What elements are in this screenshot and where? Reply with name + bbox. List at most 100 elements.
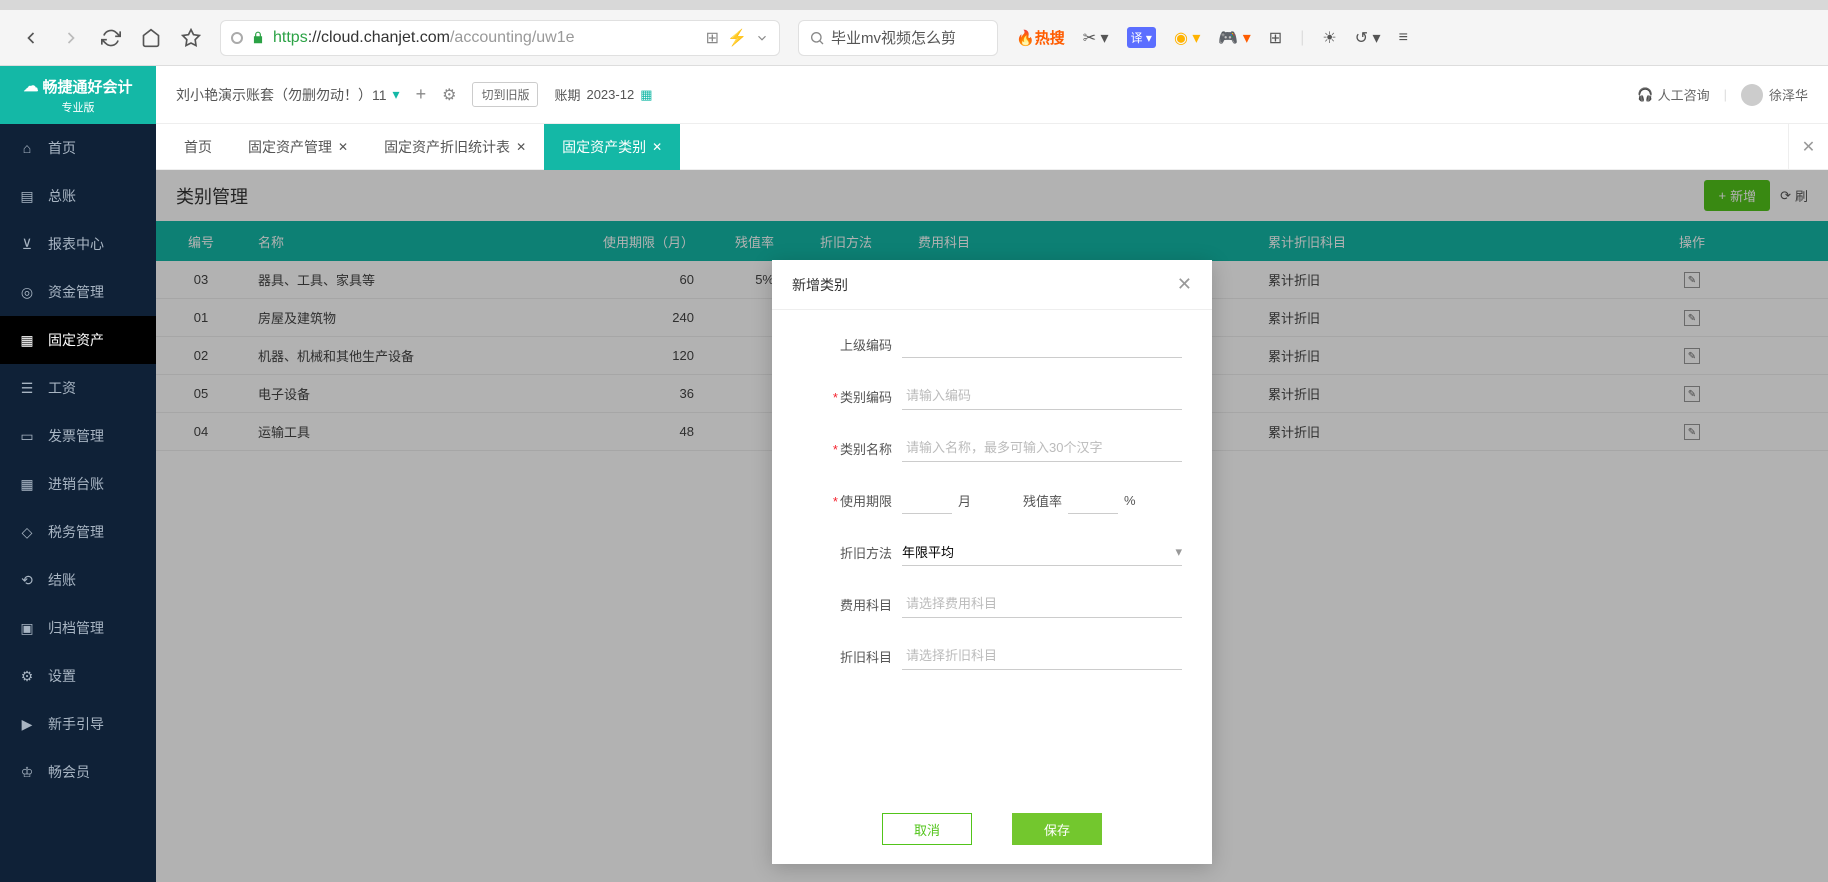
input-depacct[interactable] — [902, 642, 1182, 670]
sidebar-item-guide[interactable]: ▶新手引导 — [0, 700, 156, 748]
browser-toolbar: https://cloud.chanjet.com/accounting/uw1… — [0, 10, 1828, 66]
sidebar-item-fixed-assets[interactable]: ▦固定资产 — [0, 316, 156, 364]
translate-icon[interactable]: 译 ▾ — [1127, 27, 1156, 48]
old-version-button[interactable]: 切到旧版 — [472, 82, 538, 107]
consult-button[interactable]: 🎧人工咨询 — [1637, 85, 1709, 104]
sidebar-item-invoice[interactable]: ▭发票管理 — [0, 412, 156, 460]
app-logo: ☁畅捷通好会计 专业版 — [0, 66, 156, 124]
menu-icon[interactable]: ≡ — [1399, 29, 1408, 47]
select-value: 年限平均 — [902, 542, 954, 561]
home-icon: ⌂ — [18, 139, 36, 157]
avatar-icon — [1741, 84, 1763, 106]
theme-icon[interactable]: ☀ — [1322, 28, 1336, 48]
tab-label: 固定资产类别 — [562, 137, 646, 157]
sidebar-item-label: 设置 — [48, 666, 76, 686]
input-rate[interactable] — [1068, 486, 1118, 514]
sidebar-item-label: 资金管理 — [48, 282, 104, 302]
sidebar-item-label: 结账 — [48, 570, 76, 590]
save-button[interactable]: 保存 — [1012, 813, 1102, 845]
browser-search[interactable]: 毕业mv视频怎么剪 — [798, 20, 998, 56]
gear-icon: ⚙ — [18, 667, 36, 685]
tab-fixed-asset-mgmt[interactable]: 固定资产管理 ✕ — [230, 124, 366, 170]
close-icon[interactable]: ✕ — [338, 140, 348, 154]
period-selector[interactable]: 账期 2023-12 ▦ — [554, 85, 652, 104]
calendar-icon: ▦ — [640, 87, 652, 103]
input-code[interactable] — [902, 382, 1182, 410]
headset-icon: 🎧 — [1637, 87, 1653, 103]
forward-button[interactable] — [60, 27, 82, 49]
sidebar-item-settings[interactable]: ⚙ 设置 — [0, 652, 156, 700]
unit-percent: % — [1118, 493, 1142, 508]
input-period[interactable] — [902, 486, 952, 514]
app-topbar: 刘小艳演示账套（勿删勿动！）11 ▾ + ⚙ 切到旧版 账期 2023-12 ▦… — [156, 66, 1828, 124]
sidebar-item-closing[interactable]: ⟲结账 — [0, 556, 156, 604]
game-icon[interactable]: 🎮 ▾ — [1218, 28, 1250, 48]
tabs-close-all[interactable]: ✕ — [1788, 124, 1828, 170]
funds-icon: ◎ — [18, 283, 36, 301]
cloud-icon: ☁ — [23, 77, 38, 95]
sidebar-item-archive[interactable]: ▣归档管理 — [0, 604, 156, 652]
modal-close-button[interactable]: ✕ — [1177, 274, 1192, 295]
sidebar-item-funds[interactable]: ◎ 资金管理 — [0, 268, 156, 316]
sidebar-item-tax[interactable]: ◇ 税务管理 — [0, 508, 156, 556]
bookmark-button[interactable] — [180, 27, 202, 49]
back-button[interactable] — [20, 27, 42, 49]
apps-icon[interactable]: ⊞ — [1269, 28, 1282, 48]
tab-asset-category[interactable]: 固定资产类别 ✕ — [544, 124, 680, 170]
sidebar-item-reports[interactable]: ⊻报表中心 — [0, 220, 156, 268]
tab-depreciation-report[interactable]: 固定资产折旧统计表✕ — [366, 124, 544, 170]
url-bar[interactable]: https://cloud.chanjet.com/accounting/uw1… — [220, 20, 780, 56]
add-category-modal: 新增类别 ✕ 上级编码 *类别编码 *类别名称 — [772, 260, 1212, 864]
sidebar-item-label: 归档管理 — [48, 618, 104, 638]
sidebar-item-ledger[interactable]: ▤总账 — [0, 172, 156, 220]
add-account-button[interactable]: + — [416, 84, 427, 105]
account-selector[interactable]: 刘小艳演示账套（勿删勿动！）11 ▾ — [176, 85, 400, 105]
cancel-button[interactable]: 取消 — [882, 813, 972, 845]
home-button[interactable] — [140, 27, 162, 49]
sidebar-item-member[interactable]: ♔畅会员 — [0, 748, 156, 796]
settings-account-button[interactable]: ⚙ — [442, 85, 456, 105]
close-icon[interactable]: ✕ — [516, 140, 526, 154]
flash-icon[interactable]: ⚡ — [727, 28, 747, 48]
account-name: 刘小艳演示账套（勿删勿动！）11 — [176, 85, 387, 105]
guide-icon: ▶ — [18, 715, 36, 733]
modal-title: 新增类别 — [792, 275, 848, 295]
hot-search-badge[interactable]: 🔥热搜 — [1016, 27, 1065, 48]
sidebar-item-label: 首页 — [48, 138, 76, 158]
ledger-icon: ▤ — [18, 187, 36, 205]
sidebar-item-label: 工资 — [48, 378, 76, 398]
unit-month: 月 — [952, 491, 977, 510]
stock-icon: ▦ — [18, 475, 36, 493]
label-expense: 费用科目 — [802, 595, 902, 614]
qr-icon[interactable]: ⊞ — [706, 28, 719, 48]
select-method[interactable]: 年限平均 ▾ — [902, 538, 1182, 566]
sidebar-item-stock[interactable]: ▦ 进销台账 — [0, 460, 156, 508]
close-icon[interactable]: ✕ — [652, 140, 662, 154]
url-text: https://cloud.chanjet.com/accounting/uw1… — [273, 29, 698, 47]
sidebar-item-label: 进销台账 — [48, 474, 104, 494]
label-period: *使用期限 — [802, 491, 902, 510]
input-name[interactable] — [902, 434, 1182, 462]
scissors-icon[interactable]: ✂ ▾ — [1083, 28, 1109, 48]
sidebar-item-home[interactable]: ⌂ 首页 — [0, 124, 156, 172]
sidebar-item-label: 税务管理 — [48, 522, 104, 542]
input-expense[interactable] — [902, 590, 1182, 618]
site-identity-icon — [231, 32, 243, 44]
user-menu[interactable]: 徐泽华 — [1741, 84, 1808, 106]
input-parent-code[interactable] — [902, 330, 1182, 358]
tab-home[interactable]: 首页 — [166, 124, 230, 170]
sidebar: ☁畅捷通好会计 专业版 ⌂首页 ▤总账 ⊻报表中心 ◎资金管理 ▦固定资产 ☰工… — [0, 66, 156, 882]
period-label: 账期 — [554, 85, 580, 104]
tax-icon: ◇ — [18, 523, 36, 541]
content-area: 类别管理 +新增 ⟳刷 编号 名称 使用期限（月） 残值率 折旧方法 费用科目 … — [156, 170, 1828, 882]
tabs-bar: 首页 固定资产管理 ✕ 固定资产折旧统计表✕ 固定资产类别 ✕ ✕ — [156, 124, 1828, 170]
tab-label: 固定资产管理 — [248, 137, 332, 157]
undo-icon[interactable]: ↺ ▾ — [1355, 28, 1381, 48]
label-code: *类别编码 — [802, 387, 902, 406]
sidebar-item-label: 固定资产 — [48, 330, 104, 350]
reload-button[interactable] — [100, 27, 122, 49]
sidebar-item-salary[interactable]: ☰工资 — [0, 364, 156, 412]
invoice-icon: ▭ — [18, 427, 36, 445]
wallet-icon[interactable]: ◉ ▾ — [1174, 28, 1200, 48]
dropdown-icon[interactable] — [755, 31, 769, 45]
